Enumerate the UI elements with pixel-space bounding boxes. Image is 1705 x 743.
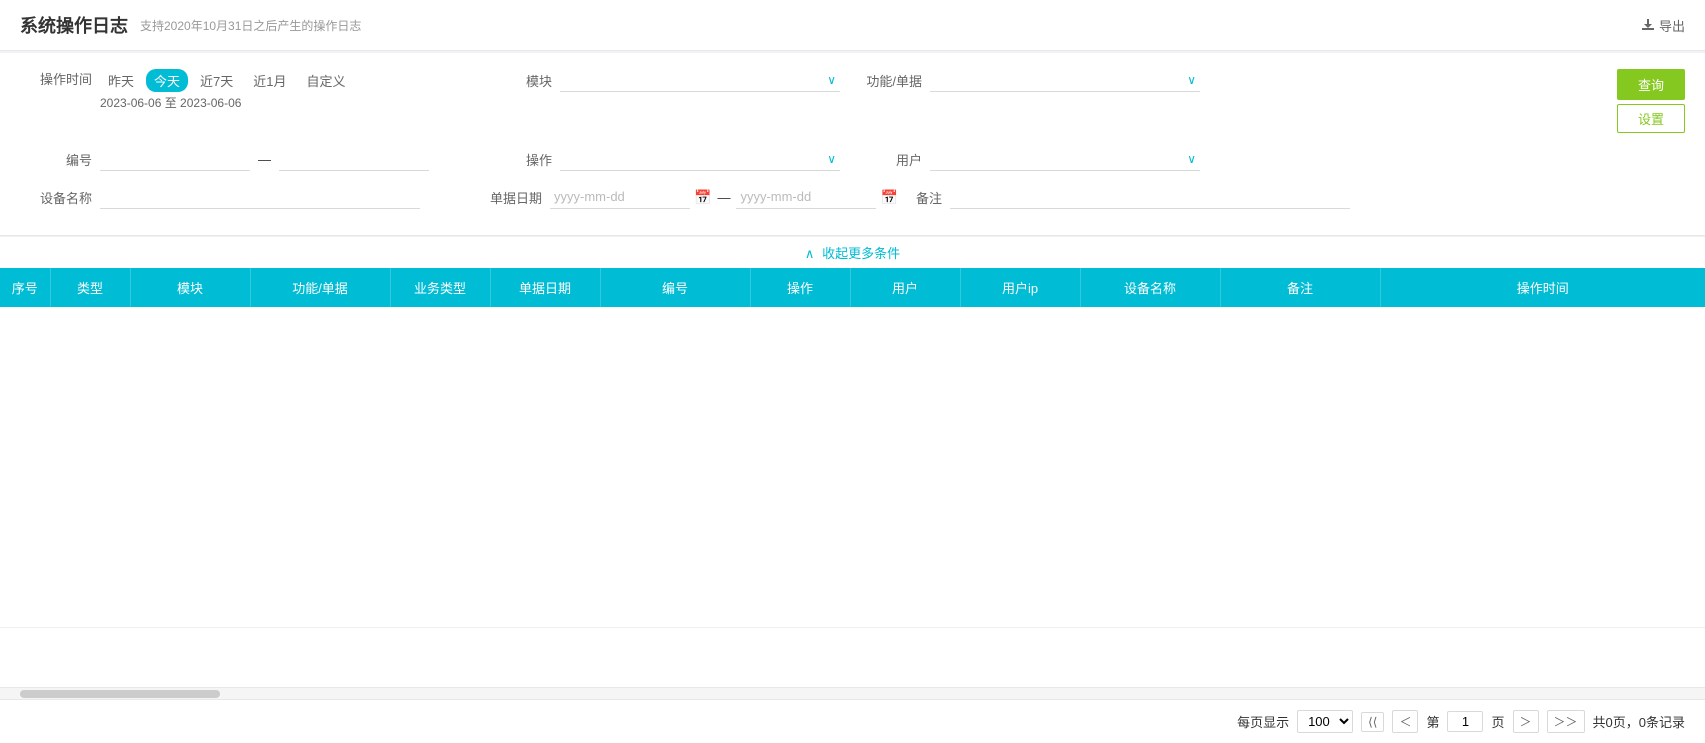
op-time-label: 操作时间 xyxy=(20,69,100,88)
col-header-user: 用户 xyxy=(850,268,960,307)
page-size-select[interactable]: 100 50 200 xyxy=(1297,710,1353,733)
calendar-to-icon[interactable]: 📅 xyxy=(880,189,897,206)
calendar-from-icon[interactable]: 📅 xyxy=(694,189,711,206)
prev-page-button[interactable]: ＜ xyxy=(1392,710,1418,733)
date-range-display: 2023-06-06 至 2023-06-06 xyxy=(100,94,354,111)
collapse-bar[interactable]: ∧ 收起更多条件 xyxy=(0,236,1705,268)
user-chevron-icon: ∨ xyxy=(1187,152,1196,166)
export-icon xyxy=(1641,18,1655,32)
horizontal-scrollbar[interactable] xyxy=(0,687,1705,699)
op-label: 操作 xyxy=(480,150,560,169)
func-label: 功能/单据 xyxy=(840,71,930,90)
last7-btn[interactable]: 近7天 xyxy=(192,69,241,92)
module-label: 模块 xyxy=(480,71,560,90)
total-info: 共0页，0条记录 xyxy=(1593,712,1685,731)
page-size-label: 每页显示 xyxy=(1237,712,1289,731)
col-header-ip: 用户ip xyxy=(960,268,1080,307)
remark-label: 备注 xyxy=(900,188,950,207)
custom-btn[interactable]: 自定义 xyxy=(299,69,354,92)
doc-date-label: 单据日期 xyxy=(480,188,550,207)
user-label: 用户 xyxy=(840,150,930,169)
col-header-remark: 备注 xyxy=(1220,268,1380,307)
page-suffix: 页 xyxy=(1491,712,1504,731)
func-select[interactable]: ∨ xyxy=(930,69,1200,92)
op-chevron-icon: ∨ xyxy=(827,152,836,166)
col-header-biz: 业务类型 xyxy=(390,268,490,307)
col-header-time: 操作时间 xyxy=(1380,268,1705,307)
device-label: 设备名称 xyxy=(20,188,100,207)
col-header-op: 操作 xyxy=(750,268,850,307)
page-subtitle: 支持2020年10月31日之后产生的操作日志 xyxy=(140,17,361,34)
next-page-button[interactable]: ＞ xyxy=(1513,710,1539,733)
module-chevron-icon: ∨ xyxy=(827,73,836,87)
device-input[interactable] xyxy=(100,185,420,209)
code-label: 编号 xyxy=(20,150,100,169)
collapse-label: 收起更多条件 xyxy=(822,246,900,261)
col-header-type: 类型 xyxy=(50,268,130,307)
query-button[interactable]: 查询 xyxy=(1617,69,1685,100)
yesterday-btn[interactable]: 昨天 xyxy=(100,69,142,92)
date-to-input[interactable] xyxy=(736,185,876,209)
export-button[interactable]: 导出 xyxy=(1641,16,1685,35)
col-header-date: 单据日期 xyxy=(490,268,600,307)
code-separator: — xyxy=(258,152,271,167)
user-select[interactable]: ∨ xyxy=(930,148,1200,171)
op-select[interactable]: ∨ xyxy=(560,148,840,171)
date-dash: — xyxy=(717,190,730,205)
col-header-func: 功能/单据 xyxy=(250,268,390,307)
data-table: 序号 类型 模块 功能/单据 业务类型 单据日期 编号 操作 用户 用户ip 设… xyxy=(0,268,1705,628)
pagination-footer: 每页显示 100 50 200 ⟨⟨ ＜ 第 页 ＞ ＞＞ 共0页，0条记录 xyxy=(0,699,1705,743)
today-btn[interactable]: 今天 xyxy=(146,69,188,92)
col-header-code: 编号 xyxy=(600,268,750,307)
page-number-input[interactable] xyxy=(1447,711,1483,732)
first-page-button[interactable]: ⟨⟨ xyxy=(1361,712,1384,732)
action-buttons: 查询 设置 xyxy=(1617,69,1685,133)
page-prefix: 第 xyxy=(1426,712,1439,731)
code-end-input[interactable] xyxy=(279,147,429,171)
remark-input[interactable] xyxy=(950,185,1350,209)
col-header-seq: 序号 xyxy=(0,268,50,307)
date-from-input[interactable] xyxy=(550,185,690,209)
last-page-button[interactable]: ＞＞ xyxy=(1547,710,1585,733)
last1m-btn[interactable]: 近1月 xyxy=(245,69,294,92)
col-header-module: 模块 xyxy=(130,268,250,307)
table-wrapper: 序号 类型 模块 功能/单据 业务类型 单据日期 编号 操作 用户 用户ip 设… xyxy=(0,268,1705,687)
settings-button[interactable]: 设置 xyxy=(1617,104,1685,133)
module-select[interactable]: ∨ xyxy=(560,69,840,92)
page-title: 系统操作日志 xyxy=(20,12,128,38)
func-chevron-icon: ∨ xyxy=(1187,73,1196,87)
scrollbar-thumb[interactable] xyxy=(20,690,220,698)
code-start-input[interactable] xyxy=(100,147,250,171)
collapse-icon: ∧ xyxy=(805,246,815,261)
col-header-device: 设备名称 xyxy=(1080,268,1220,307)
table-header-row: 序号 类型 模块 功能/单据 业务类型 单据日期 编号 操作 用户 用户ip 设… xyxy=(0,268,1705,307)
